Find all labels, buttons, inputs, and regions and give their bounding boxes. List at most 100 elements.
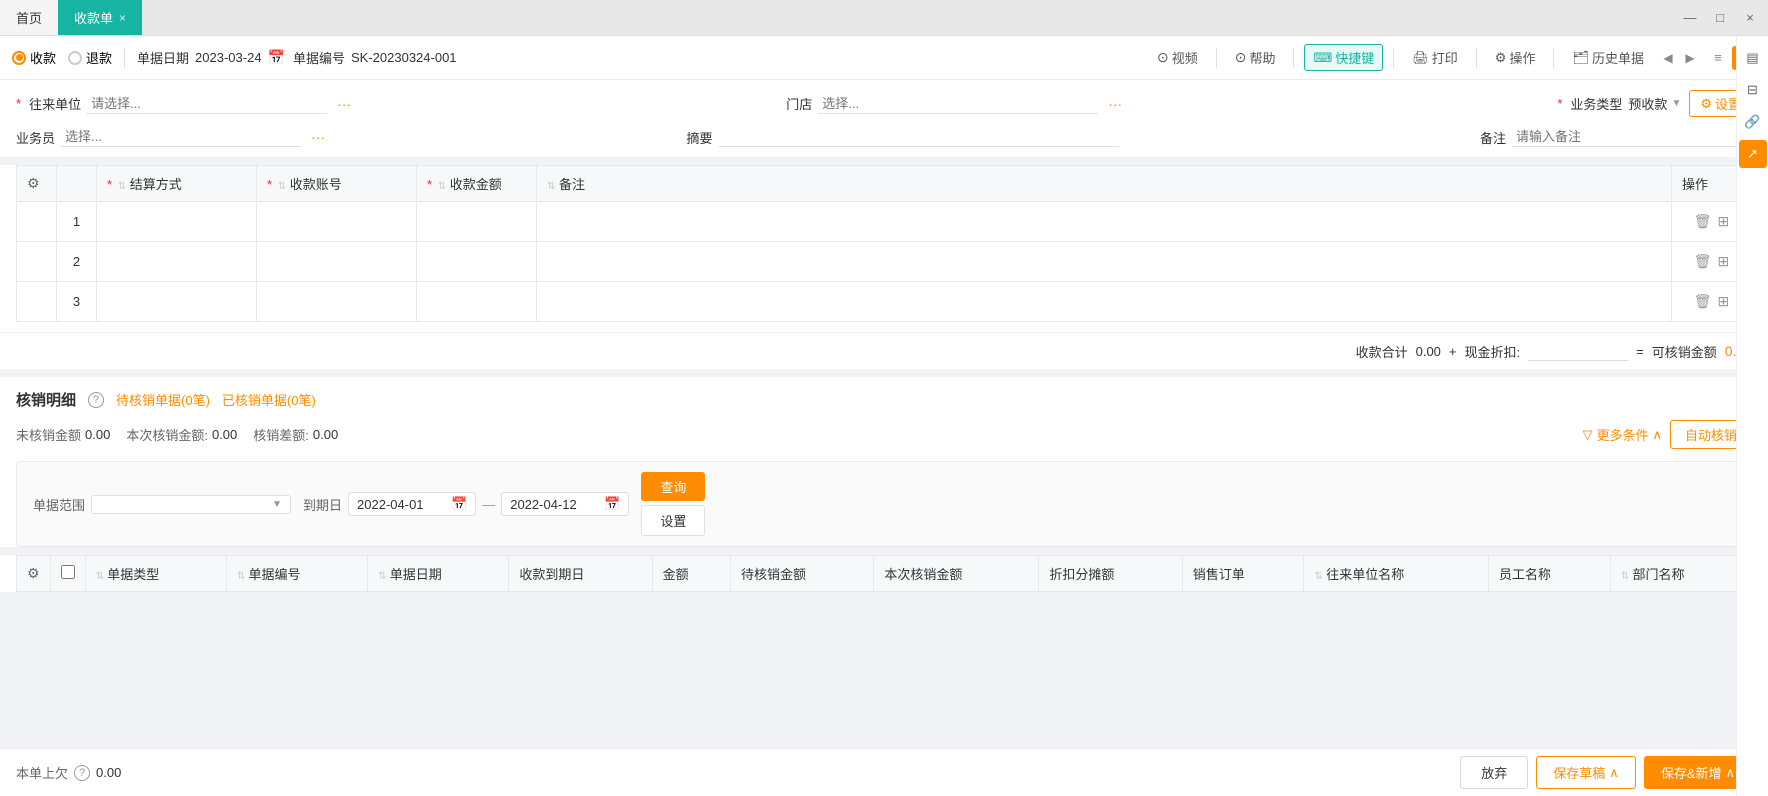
help-button[interactable]: ⊙ 帮助 <box>1227 45 1284 70</box>
table-row: 1 🗑 ⊞ <box>17 202 1752 242</box>
row1-settings <box>17 202 57 242</box>
calendar-icon[interactable]: 📅 <box>268 49 285 66</box>
sidebar-icon-1[interactable]: ▤ <box>1739 44 1767 72</box>
number-sort-icon[interactable]: ⇅ <box>237 571 245 582</box>
save-draft-button[interactable]: 保存草稿 ∧ <box>1536 756 1636 789</box>
row3-delete-icon[interactable]: 🗑 <box>1694 293 1712 310</box>
row3-remarks[interactable] <box>537 282 1672 322</box>
row1-action-btns: 🗑 ⊞ <box>1682 213 1741 230</box>
uncredited-label: 未核销金额 <box>16 425 81 444</box>
footer-info-icon[interactable]: ? <box>74 765 90 781</box>
row1-delete-icon[interactable]: 🗑 <box>1694 213 1712 230</box>
row2-delete-icon[interactable]: 🗑 <box>1694 253 1712 270</box>
diff-label: 核销差额: <box>253 425 309 444</box>
completed-tab-link[interactable]: 已核销单据(0笔) <box>222 390 316 409</box>
row2-remarks[interactable] <box>537 242 1672 282</box>
receipt-radio[interactable]: 收款 <box>12 48 56 67</box>
bottom-col-sales-order-header: 销售订单 <box>1182 556 1304 592</box>
date-range: 📅 — 📅 <box>348 492 629 516</box>
row1-amount[interactable] <box>417 202 537 242</box>
account-sort-icon[interactable]: ⇅ <box>278 181 286 192</box>
store-more-icon[interactable]: ··· <box>1108 96 1122 112</box>
current-stat: 本次核销金额: 0.00 <box>126 425 237 444</box>
close-icon[interactable]: × <box>119 11 126 25</box>
filter-settings-button[interactable]: 设置 <box>641 505 705 536</box>
row3-copy-icon[interactable]: ⊞ <box>1718 293 1730 310</box>
row1-account[interactable] <box>257 202 417 242</box>
filter-icon: ▽ <box>1582 427 1592 443</box>
minimize-button[interactable]: — <box>1676 4 1704 32</box>
row1-copy-icon[interactable]: ⊞ <box>1718 213 1730 230</box>
row2-settlement[interactable] <box>97 242 257 282</box>
list-view-button[interactable]: ≡ <box>1706 46 1730 70</box>
table-gear-icon[interactable]: ⚙ <box>27 175 40 191</box>
operations-button[interactable]: ⚙ 操作 <box>1487 45 1544 70</box>
bottom-col-current-header: 本次核销金额 <box>874 556 1039 592</box>
row2-amount[interactable] <box>417 242 537 282</box>
amount-sort-icon[interactable]: ⇅ <box>438 181 446 192</box>
sidebar-icon-2[interactable]: ⊟ <box>1739 76 1767 104</box>
maximize-button[interactable]: □ <box>1706 4 1734 32</box>
counterpart-more-icon[interactable]: ··· <box>337 96 351 112</box>
query-button[interactable]: 查询 <box>641 472 705 501</box>
discount-input[interactable] <box>1528 341 1628 361</box>
row1-settlement[interactable] <box>97 202 257 242</box>
date-sort-icon[interactable]: ⇅ <box>378 571 386 582</box>
separator-2 <box>1216 48 1217 68</box>
help-icon: ⊙ <box>1235 49 1247 66</box>
calendar-to-icon[interactable]: 📅 <box>604 496 620 512</box>
next-arrow[interactable]: ▶ <box>1680 48 1700 68</box>
row2-account[interactable] <box>257 242 417 282</box>
remarks-sort-icon[interactable]: ⇅ <box>547 181 555 192</box>
more-conditions-button[interactable]: ▽ 更多条件 ∧ <box>1582 425 1662 444</box>
department-sort-icon[interactable]: ⇅ <box>1621 571 1629 582</box>
operations-icon: ⚙ <box>1495 50 1507 66</box>
video-button[interactable]: ⊙ 视频 <box>1149 45 1206 70</box>
tab-receipt[interactable]: 收款单 × <box>58 0 142 35</box>
save-new-arrow-icon: ∧ <box>1725 765 1735 781</box>
info-icon[interactable]: ? <box>88 392 104 408</box>
print-button[interactable]: 🖨 打印 <box>1404 45 1466 70</box>
summary-row: 收款合计 0.00 + 现金折扣: = 可核销金额 0.00 <box>0 332 1768 369</box>
counterpart-input[interactable] <box>87 94 327 114</box>
note-input[interactable] <box>1512 127 1752 147</box>
refund-radio[interactable]: 退款 <box>68 48 112 67</box>
number-value: SK-20230324-001 <box>351 50 457 65</box>
receipt-table: ⚙ * ⇅ 结算方式 * ⇅ 收款账号 * ⇅ 收款金额 <box>16 165 1752 322</box>
business-type-select[interactable]: 预收款 ▼ <box>1628 94 1681 113</box>
pending-tab-link[interactable]: 待核销单据(0笔) <box>116 390 210 409</box>
store-input[interactable] <box>818 94 1098 114</box>
discard-button[interactable]: 放弃 <box>1460 756 1528 789</box>
range-select-arrow-icon: ▼ <box>272 499 282 510</box>
prev-arrow[interactable]: ◀ <box>1658 48 1678 68</box>
collection-total-label: 收款合计 <box>1356 342 1408 361</box>
bottom-table-gear-icon[interactable]: ⚙ <box>27 565 40 581</box>
row2-copy-icon[interactable]: ⊞ <box>1718 253 1730 270</box>
row3-settlement[interactable] <box>97 282 257 322</box>
row3-amount[interactable] <box>417 282 537 322</box>
tab-home[interactable]: 首页 <box>0 0 58 35</box>
shortcut-button[interactable]: ⌨ 快捷键 <box>1304 44 1383 71</box>
sidebar-icon-4[interactable]: ↗ <box>1739 140 1767 168</box>
sales-rep-more-icon[interactable]: ··· <box>311 129 325 145</box>
type-sort-icon[interactable]: ⇅ <box>96 571 104 582</box>
calendar-from-icon[interactable]: 📅 <box>451 496 467 512</box>
date-from-input[interactable] <box>357 497 447 512</box>
history-button[interactable]: 🗂 历史单据 <box>1564 45 1652 70</box>
row1-remarks[interactable] <box>537 202 1672 242</box>
summary-input[interactable] <box>719 127 1119 147</box>
row3-account[interactable] <box>257 282 417 322</box>
close-window-button[interactable]: × <box>1736 4 1764 32</box>
select-all-checkbox[interactable] <box>61 565 75 579</box>
separator-3 <box>1293 48 1294 68</box>
sales-rep-input[interactable] <box>61 127 301 147</box>
col-settlement-header: * ⇅ 结算方式 <box>97 166 257 202</box>
date-to-input[interactable] <box>510 497 600 512</box>
diff-value: 0.00 <box>313 427 338 442</box>
sidebar-icon-3[interactable]: 🔗 <box>1739 108 1767 136</box>
range-select[interactable]: ▼ <box>91 495 291 514</box>
settlement-sort-icon[interactable]: ⇅ <box>118 181 126 192</box>
number-label: 单据编号 <box>293 48 345 67</box>
counterpart-sort-icon[interactable]: ⇅ <box>1314 571 1322 582</box>
filter-actions: 查询 设置 <box>641 472 705 536</box>
